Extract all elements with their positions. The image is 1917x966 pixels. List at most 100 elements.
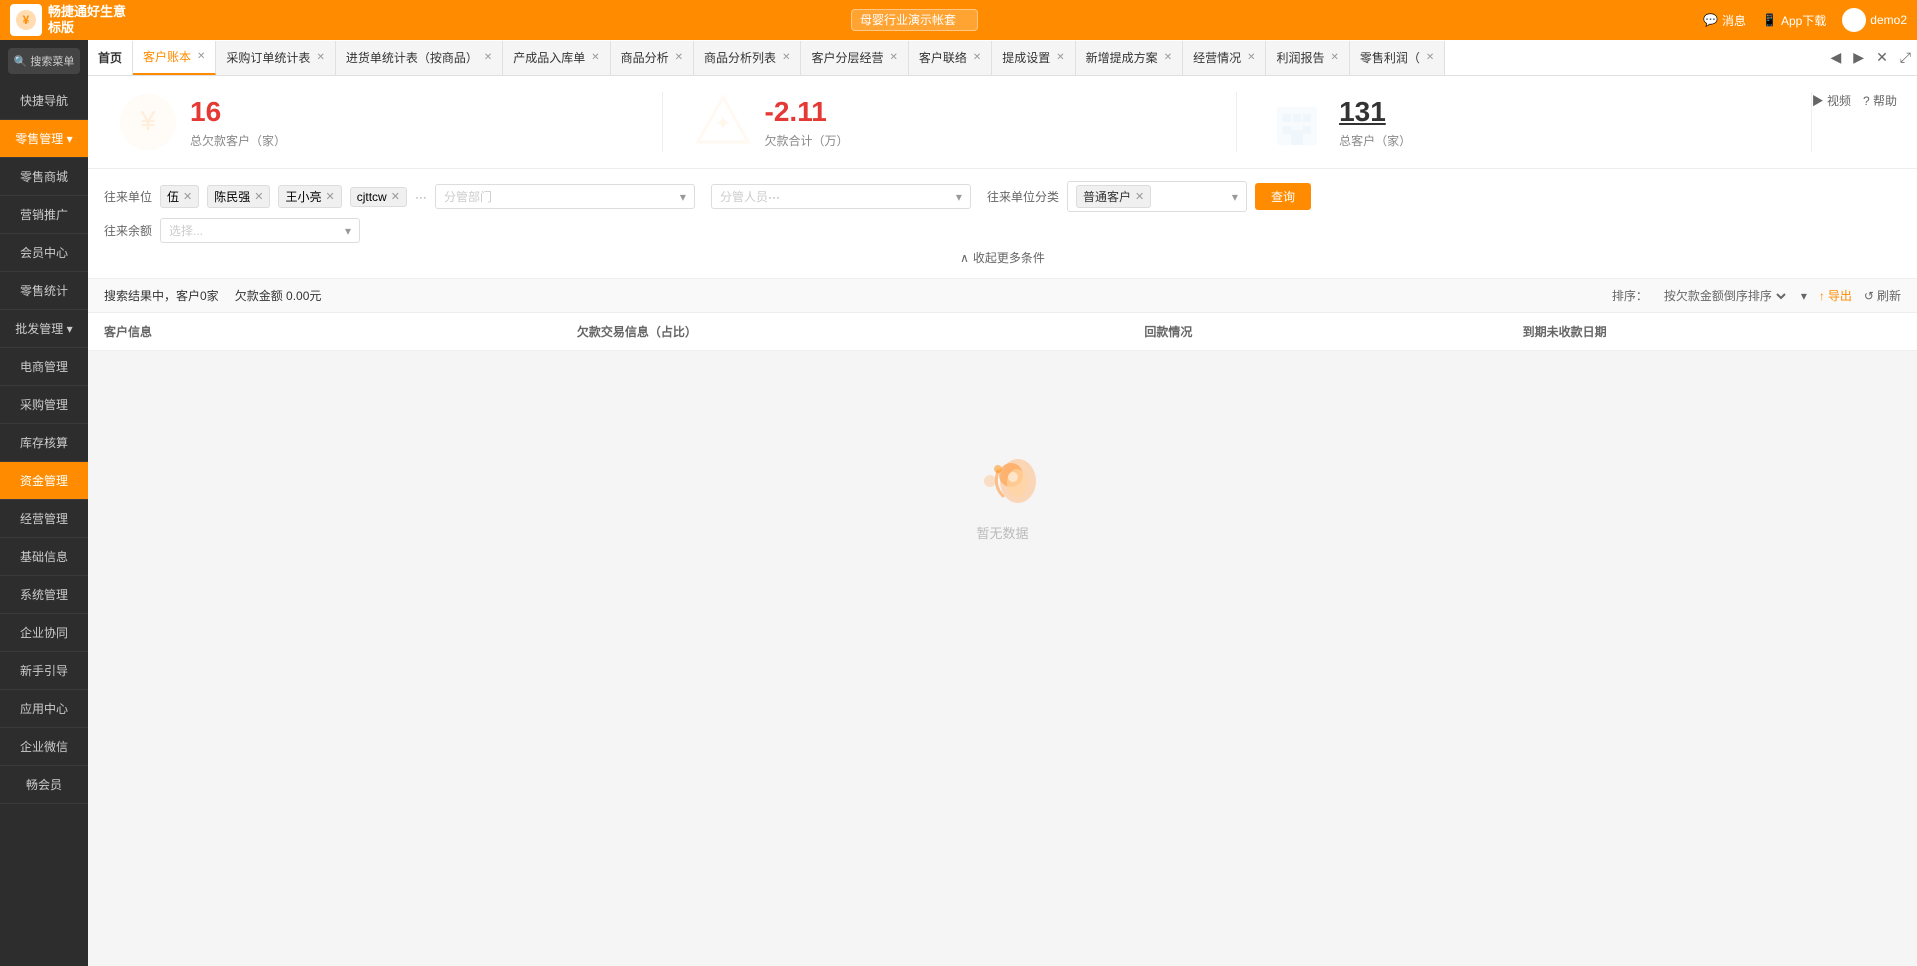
video-link[interactable]: ▶ 视频 [1812, 92, 1851, 109]
sidebar-item-app-center[interactable]: 应用中心 [0, 690, 88, 728]
tab-close-retail-profit[interactable]: ✕ [1426, 52, 1434, 63]
total-customers-value: 16 [190, 95, 286, 129]
filter-tag-cjttcw: cjttcw ✕ [350, 187, 407, 207]
filter-tag-chen: 陈民强 ✕ [207, 185, 270, 208]
tab-purchase-order-stats[interactable]: 采购订单统计表 ✕ [216, 41, 335, 75]
app-download-btn[interactable]: 📱 App下载 [1762, 12, 1826, 29]
tab-expand[interactable]: ⤢ [1894, 49, 1917, 66]
collapse-btn[interactable]: ∧ 收起更多条件 [104, 249, 1901, 266]
person-more-icon[interactable]: ··· [768, 190, 780, 204]
tab-nav-right[interactable]: ▶ [1847, 49, 1870, 66]
sidebar-item-member[interactable]: 畅会员 [0, 766, 88, 804]
sidebar-item-member-center[interactable]: 会员中心 [0, 234, 88, 272]
stat-info-all-customers: 131 总客户（家） [1339, 95, 1411, 150]
sidebar-item-purchase[interactable]: 采购管理 [0, 386, 88, 424]
tab-nav-left[interactable]: ◀ [1825, 49, 1848, 66]
tab-close-profit[interactable]: ✕ [1331, 52, 1339, 63]
tab-retail-profit[interactable]: 零售利润（ ✕ [1350, 41, 1445, 75]
export-btn[interactable]: ↑ 导出 [1819, 287, 1852, 304]
tab-close-customer-segment[interactable]: ✕ [889, 52, 897, 63]
tab-reminder-settings[interactable]: 提成设置 ✕ [992, 41, 1075, 75]
tab-close-goods-list[interactable]: ✕ [782, 52, 790, 63]
tab-customer-segment[interactable]: 客户分层经营 ✕ [801, 41, 908, 75]
tag-close-chen[interactable]: ✕ [254, 190, 263, 203]
dept-dropdown[interactable]: 分管部门 ▾ [435, 184, 695, 209]
sidebar-item-inventory[interactable]: 库存核算 [0, 424, 88, 462]
debt-total-value: -2.11 [765, 95, 849, 129]
tab-product-inbound[interactable]: 产成品入库单 ✕ [503, 41, 610, 75]
sidebar-item-retail-mall[interactable]: 零售商城 [0, 158, 88, 196]
svg-text:✦: ✦ [714, 113, 731, 135]
logo-text: 畅捷通好生意 标版 [48, 4, 126, 35]
message-btn[interactable]: 💬 消息 [1703, 12, 1746, 29]
help-icon: ? [1863, 94, 1870, 108]
tab-business-situation[interactable]: 经营情况 ✕ [1183, 41, 1266, 75]
help-link[interactable]: ? 帮助 [1863, 92, 1897, 109]
col-header-debt: 欠款交易信息（占比） [577, 323, 1144, 340]
sidebar-item-marketing[interactable]: 营销推广 [0, 196, 88, 234]
tab-goods-analysis[interactable]: 商品分析 ✕ [611, 41, 694, 75]
tab-home[interactable]: 首页 [88, 41, 133, 75]
sidebar-item-enterprise-agreement[interactable]: 企业协同 [0, 614, 88, 652]
filter-more-dots[interactable]: ··· [415, 190, 427, 204]
top-bar-center: 母婴行业演示帐套 [851, 9, 978, 31]
stats-row: ¥ 16 总欠款客户（家） ✦ [88, 76, 1917, 169]
tab-new-achievement[interactable]: 新增提成方案 ✕ [1076, 41, 1183, 75]
tab-profit-report[interactable]: 利润报告 ✕ [1266, 41, 1349, 75]
balance-dropdown[interactable]: 选择... ▾ [160, 218, 360, 243]
sidebar-item-basic-info[interactable]: 基础信息 [0, 538, 88, 576]
tab-close-product-inbound[interactable]: ✕ [591, 52, 599, 63]
tab-close-business[interactable]: ✕ [1247, 52, 1255, 63]
tab-customer-book[interactable]: 客户账本 ✕ [133, 41, 216, 75]
tab-close-customer-book[interactable]: ✕ [197, 51, 205, 62]
sidebar-item-capital[interactable]: 资金管理 [0, 462, 88, 500]
tag-close-cjttcw[interactable]: ✕ [391, 190, 400, 203]
tag-close-wang[interactable]: ✕ [326, 190, 335, 203]
search-menu-btn[interactable]: 🔍 搜索菜单 [8, 48, 80, 74]
all-customers-label: 总客户（家） [1339, 132, 1411, 149]
filter-tag-wang: 王小亮 ✕ [278, 185, 341, 208]
stat-actions: ▶ 视频 ? 帮助 [1812, 92, 1897, 152]
tag-close-wu[interactable]: ✕ [183, 190, 192, 203]
person-dropdown[interactable]: 分管人员 ··· ▾ [711, 184, 971, 209]
query-button[interactable]: 查询 [1255, 183, 1311, 210]
sidebar-item-new-guide[interactable]: 新手引导 [0, 652, 88, 690]
sidebar-item-quick-nav[interactable]: 快捷导航 [0, 82, 88, 120]
filter-row-1: 往来单位 伍 ✕ 陈民强 ✕ 王小亮 ✕ [104, 181, 1901, 212]
total-customers-label: 总欠款客户（家） [190, 132, 286, 149]
debt-amount: 欠款金额 0.00元 [235, 287, 322, 304]
tab-close-purchase[interactable]: ✕ [316, 52, 324, 63]
account-dropdown[interactable]: 母婴行业演示帐套 [851, 9, 978, 31]
stat-all-customers: 131 总客户（家） [1237, 92, 1812, 152]
tab-customer-contact[interactable]: 客户联络 ✕ [909, 41, 992, 75]
sidebar-item-retail-mgmt[interactable]: 零售管理 ▾ [0, 120, 88, 158]
sidebar-item-enterprise-wechat[interactable]: 企业微信 [0, 728, 88, 766]
col-header-repay: 回款情况 [1144, 323, 1522, 340]
search-icon: 🔍 [14, 56, 28, 68]
sidebar-item-system[interactable]: 系统管理 [0, 576, 88, 614]
tab-close-goods-analysis[interactable]: ✕ [675, 52, 683, 63]
sidebar-item-operations[interactable]: 经营管理 [0, 500, 88, 538]
logo: ¥ 畅捷通好生意 标版 [10, 4, 126, 36]
sort-select[interactable]: 按欠款金额倒序排序 [1660, 288, 1789, 304]
tag-close-unit-type[interactable]: ✕ [1135, 190, 1144, 203]
tab-inbound-stats[interactable]: 进货单统计表（按商品） ✕ [336, 41, 503, 75]
tab-close-reminder[interactable]: ✕ [1056, 52, 1064, 63]
sidebar-item-retail-stats[interactable]: 零售统计 [0, 272, 88, 310]
refresh-btn[interactable]: ↺ 刷新 [1864, 287, 1901, 304]
tab-close-customer-contact[interactable]: ✕ [973, 52, 981, 63]
empty-illustration [963, 431, 1043, 511]
message-icon: 💬 [1703, 13, 1718, 27]
sidebar-item-ecommerce[interactable]: 电商管理 [0, 348, 88, 386]
tab-close-inbound[interactable]: ✕ [484, 52, 492, 63]
logo-icon: ¥ [10, 4, 42, 36]
tab-goods-analysis-list[interactable]: 商品分析列表 ✕ [694, 41, 801, 75]
tab-close-achievement[interactable]: ✕ [1164, 52, 1172, 63]
unit-type-arrow-icon: ▾ [1232, 190, 1238, 204]
tab-close-all[interactable]: ✕ [1870, 49, 1894, 66]
stat-info-debt: -2.11 欠款合计（万） [765, 95, 849, 150]
user-avatar[interactable]: demo2 [1842, 8, 1907, 32]
sidebar-item-wholesale-mgmt[interactable]: 批发管理 ▾ [0, 310, 88, 348]
unit-type-dropdown[interactable]: 普通客户 ✕ ▾ [1067, 181, 1247, 212]
tab-bar: 首页 客户账本 ✕ 采购订单统计表 ✕ 进货单统计表（按商品） ✕ 产成品入库单… [88, 40, 1917, 76]
